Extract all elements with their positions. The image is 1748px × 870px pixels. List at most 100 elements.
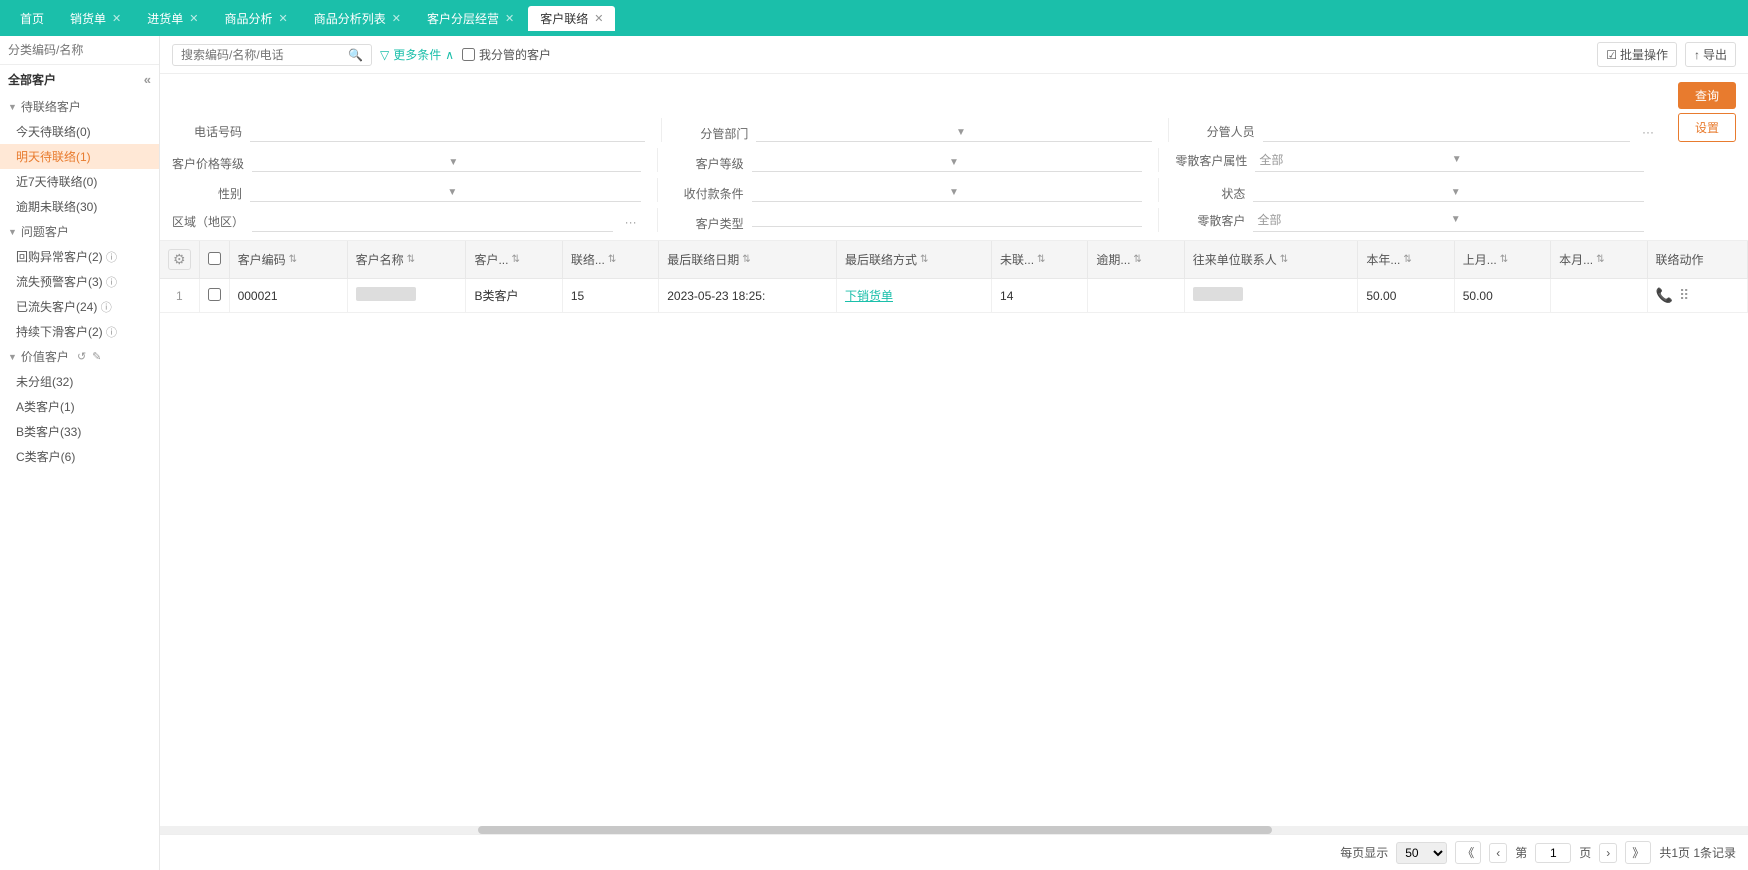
contact-sort-icon[interactable]: ⇅ <box>608 254 616 265</box>
toolbar-search-input[interactable] <box>181 48 344 62</box>
close-purchase-order-icon[interactable]: ✕ <box>189 12 198 25</box>
customer-code-sort-icon[interactable]: ⇅ <box>289 254 297 265</box>
filter-gender-select[interactable]: ▼ <box>250 184 641 202</box>
sidebar-item-class-b[interactable]: B类客户(33) <box>0 419 159 444</box>
nav-home[interactable]: 首页 <box>8 6 56 31</box>
filter-icon: ▽ <box>380 48 389 62</box>
filter-price-level-select[interactable]: ▼ <box>252 154 641 172</box>
toolbar-search-box[interactable]: 🔍 <box>172 44 372 66</box>
prev-page-btn[interactable]: ‹ <box>1489 843 1507 863</box>
retail-customer-chevron-icon: ▼ <box>1451 214 1640 225</box>
filter-status-field: 状态 ▼ <box>1175 184 1644 202</box>
filter-retail-attr-select[interactable]: 全部 ▼ <box>1255 148 1644 172</box>
filter-more-btn[interactable]: ▽ 更多条件 ∧ <box>380 46 454 63</box>
nav-product-analysis-list[interactable]: 商品分析列表 ✕ <box>302 6 413 31</box>
filter-dept-select[interactable]: ▼ <box>756 124 1151 142</box>
sidebar-item-class-a[interactable]: A类客户(1) <box>0 394 159 419</box>
cell-last-contact-method[interactable]: 下销货单 <box>836 279 991 313</box>
sidebar-item-repurchase-abnormal[interactable]: 回购异常客户(2) ⓘ <box>0 244 159 269</box>
nav-product-analysis[interactable]: 商品分析 ✕ <box>212 6 299 31</box>
first-page-btn[interactable]: 《 <box>1455 841 1481 864</box>
sidebar-group-problem-customers[interactable]: 问题客户 <box>0 219 159 244</box>
current-page-input[interactable] <box>1535 843 1571 863</box>
cell-not-contact: 14 <box>992 279 1088 313</box>
next-page-btn[interactable]: › <box>1599 843 1617 863</box>
phone-action-icon[interactable]: 📞 <box>1656 287 1673 304</box>
th-checkbox[interactable] <box>199 241 229 279</box>
close-product-analysis-list-icon[interactable]: ✕ <box>392 12 401 25</box>
this-year-sort-icon[interactable]: ⇅ <box>1403 254 1411 265</box>
last-contact-method-link[interactable]: 下销货单 <box>845 289 893 303</box>
settings-gear-icon[interactable]: ⚙ <box>168 249 191 270</box>
th-not-contact: 未联... ⇅ <box>992 241 1088 279</box>
sidebar-item-unclassified[interactable]: 未分组(32) <box>0 369 159 394</box>
row-checkbox[interactable] <box>208 288 221 301</box>
filter-retail-customer-select[interactable]: 全部 ▼ <box>1253 208 1644 232</box>
filter-phone-field: 电话号码 <box>172 121 645 142</box>
th-overdue: 逾期... ⇅ <box>1088 241 1184 279</box>
filter-manager-input[interactable] <box>1263 121 1630 142</box>
close-customer-contact-icon[interactable]: ✕ <box>594 12 603 25</box>
customer-type-sort-icon[interactable]: ⇅ <box>511 254 519 265</box>
filter-manager-more-icon[interactable]: ··· <box>1638 125 1658 139</box>
sidebar-item-tomorrow[interactable]: 明天待联络(1) <box>0 144 159 169</box>
not-contact-sort-icon[interactable]: ⇅ <box>1037 254 1045 265</box>
scroll-thumb[interactable] <box>478 826 1272 834</box>
sidebar-collapse-icon[interactable]: « <box>144 72 151 87</box>
main-layout: 🔍 全部客户 « 待联络客户 今天待联络(0) 明天待联络(1) 近7天待联络(… <box>0 36 1748 870</box>
last-month-sort-icon[interactable]: ⇅ <box>1500 254 1508 265</box>
cell-contact: 15 <box>562 279 658 313</box>
nav-customer-tier[interactable]: 客户分层经营 ✕ <box>415 6 526 31</box>
close-sales-order-icon[interactable]: ✕ <box>112 12 121 25</box>
sidebar-item-class-c[interactable]: C类客户(6) <box>0 444 159 469</box>
nav-purchase-order[interactable]: 进货单 ✕ <box>135 6 210 31</box>
sidebar-search-area: 🔍 <box>0 36 159 65</box>
last-page-btn[interactable]: 》 <box>1625 841 1651 864</box>
set-button[interactable]: 设置 <box>1678 113 1736 142</box>
nav-customer-contact[interactable]: 客户联络 ✕ <box>528 6 615 31</box>
th-settings[interactable]: ⚙ <box>160 241 199 279</box>
filter-status-select[interactable]: ▼ <box>1253 184 1644 202</box>
per-page-select[interactable]: 50 100 200 <box>1396 842 1447 864</box>
sidebar-item-7days[interactable]: 近7天待联络(0) <box>0 169 159 194</box>
query-button[interactable]: 查询 <box>1678 82 1736 109</box>
customer-table: ⚙ 客户编码 ⇅ 客户名称 <box>160 241 1748 313</box>
filter-manager-label: 分管人员 <box>1185 123 1255 140</box>
sidebar-item-overdue[interactable]: 逾期未联络(30) <box>0 194 159 219</box>
filter-retail-attr-field: 零散客户属性 全部 ▼ <box>1175 148 1644 172</box>
close-customer-tier-icon[interactable]: ✕ <box>505 12 514 25</box>
export-btn[interactable]: ↑ 导出 <box>1685 42 1736 67</box>
last-contact-method-sort-icon[interactable]: ⇅ <box>920 254 928 265</box>
overdue-sort-icon[interactable]: ⇅ <box>1133 254 1141 265</box>
cell-checkbox[interactable] <box>199 279 229 313</box>
select-all-checkbox[interactable] <box>208 252 221 265</box>
sidebar-search-input[interactable] <box>8 43 160 57</box>
all-customers-header[interactable]: 全部客户 « <box>0 65 159 94</box>
sidebar-item-lost-potential[interactable]: 流失预警客户(3) ⓘ <box>0 269 159 294</box>
my-customers-checkbox[interactable] <box>462 48 475 61</box>
unit-contact-sort-icon[interactable]: ⇅ <box>1280 254 1288 265</box>
filter-payment-terms-select[interactable]: ▼ <box>752 184 1143 202</box>
last-contact-date-sort-icon[interactable]: ⇅ <box>742 254 750 265</box>
sidebar-item-continuous-decline[interactable]: 持续下滑客户(2) ⓘ <box>0 319 159 344</box>
this-month-sort-icon[interactable]: ⇅ <box>1596 254 1604 265</box>
filter-customer-type-select[interactable] <box>752 220 1143 227</box>
filter-region-input[interactable] <box>252 211 613 232</box>
sidebar-item-lost[interactable]: 已流失客户(24) ⓘ <box>0 294 159 319</box>
filter-region-more-icon[interactable]: ··· <box>621 215 641 229</box>
customer-name-sort-icon[interactable]: ⇅ <box>407 254 415 265</box>
close-product-analysis-icon[interactable]: ✕ <box>279 12 288 25</box>
filter-customer-level-select[interactable]: ▼ <box>752 154 1143 172</box>
toolbar-search-icon[interactable]: 🔍 <box>348 48 363 62</box>
my-customers-checkbox-label[interactable]: 我分管的客户 <box>462 46 551 63</box>
filter-phone-input[interactable] <box>250 121 645 142</box>
batch-operate-btn[interactable]: ☑ 批量操作 <box>1597 42 1677 67</box>
grid-action-icon[interactable]: ⠿ <box>1679 287 1689 304</box>
sidebar-group-pending-contact[interactable]: 待联络客户 <box>0 94 159 119</box>
price-level-chevron-icon: ▼ <box>448 157 636 168</box>
sidebar-item-today[interactable]: 今天待联络(0) <box>0 119 159 144</box>
horizontal-scrollbar[interactable] <box>160 826 1748 834</box>
nav-sales-order[interactable]: 销货单 ✕ <box>58 6 133 31</box>
page-suffix: 页 <box>1579 844 1591 861</box>
sidebar-group-value-customers[interactable]: 价值客户 ↺ ✎ <box>0 344 159 369</box>
